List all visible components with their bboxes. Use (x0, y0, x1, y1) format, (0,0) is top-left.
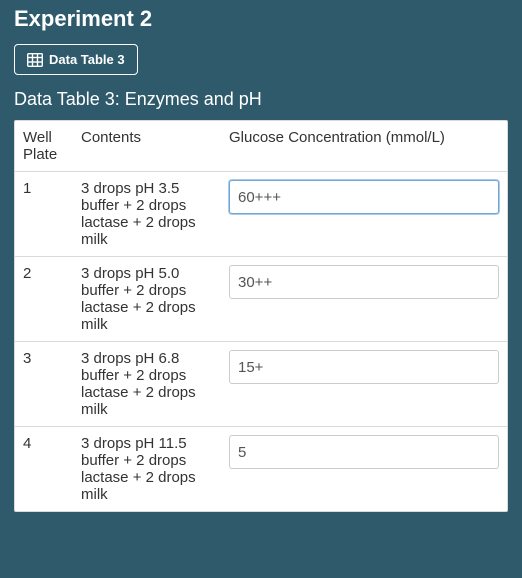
glucose-cell (221, 257, 507, 342)
well-plate-cell: 1 (15, 172, 73, 257)
glucose-cell (221, 427, 507, 512)
glucose-input[interactable] (229, 265, 499, 299)
glucose-input[interactable] (229, 350, 499, 384)
table-row: 2 3 drops pH 5.0 buffer + 2 drops lactas… (15, 257, 507, 342)
column-header-well-plate: Well Plate (15, 121, 73, 172)
well-plate-cell: 3 (15, 342, 73, 427)
table-icon (27, 53, 43, 67)
data-table: Well Plate Contents Glucose Concentratio… (14, 120, 508, 512)
experiment-title: Experiment 2 (14, 0, 508, 44)
contents-cell: 3 drops pH 11.5 buffer + 2 drops lactase… (73, 427, 221, 512)
column-header-glucose: Glucose Concentration (mmol/L) (221, 121, 507, 172)
contents-cell: 3 drops pH 5.0 buffer + 2 drops lactase … (73, 257, 221, 342)
glucose-input[interactable] (229, 180, 499, 214)
glucose-cell (221, 342, 507, 427)
table-row: 1 3 drops pH 3.5 buffer + 2 drops lactas… (15, 172, 507, 257)
column-header-contents: Contents (73, 121, 221, 172)
table-title: Data Table 3: Enzymes and pH (14, 75, 508, 120)
data-table-tab-button[interactable]: Data Table 3 (14, 44, 138, 75)
table-row: 4 3 drops pH 11.5 buffer + 2 drops lacta… (15, 427, 507, 512)
table-row: 3 3 drops pH 6.8 buffer + 2 drops lactas… (15, 342, 507, 427)
well-plate-cell: 2 (15, 257, 73, 342)
well-plate-cell: 4 (15, 427, 73, 512)
contents-cell: 3 drops pH 6.8 buffer + 2 drops lactase … (73, 342, 221, 427)
glucose-input[interactable] (229, 435, 499, 469)
data-table-tab-label: Data Table 3 (49, 52, 125, 67)
glucose-cell (221, 172, 507, 257)
contents-cell: 3 drops pH 3.5 buffer + 2 drops lactase … (73, 172, 221, 257)
